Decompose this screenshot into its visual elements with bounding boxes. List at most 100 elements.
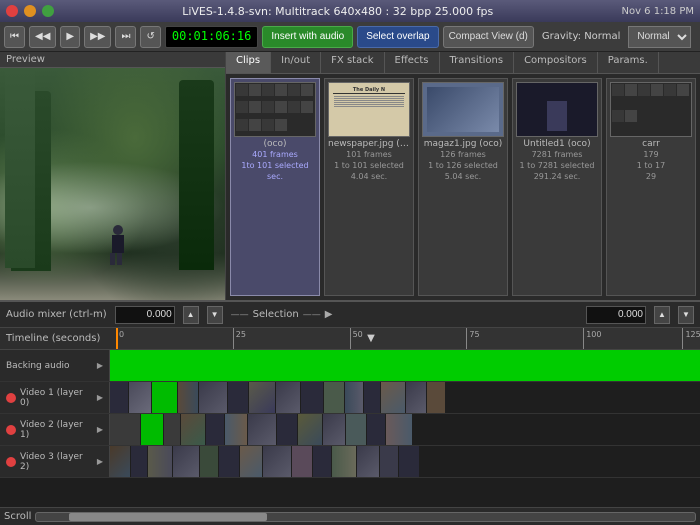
clip-item-1[interactable]: The Daily N newspaper.jpg (oc bbox=[324, 78, 414, 296]
v1-clip-5[interactable] bbox=[228, 382, 248, 413]
close-btn[interactable] bbox=[6, 5, 18, 17]
audio-value-right[interactable] bbox=[586, 306, 646, 324]
compact-view-btn[interactable]: Compact View (d) bbox=[443, 26, 534, 48]
v3-clip-6[interactable] bbox=[240, 446, 262, 477]
tab-clips[interactable]: Clips bbox=[226, 52, 271, 73]
film-cell bbox=[236, 119, 248, 131]
v2-clip-3[interactable] bbox=[225, 414, 247, 445]
ruler[interactable]: 0 25 50 75 100 125 ▼ bbox=[116, 328, 700, 349]
audio-value-left[interactable] bbox=[115, 306, 175, 324]
v2-clip-4[interactable] bbox=[248, 414, 276, 445]
track-backing-arrow[interactable]: ▶ bbox=[97, 361, 103, 370]
select-overlap-btn[interactable]: Select overlap bbox=[357, 26, 438, 48]
v3-clip-3[interactable] bbox=[173, 446, 199, 477]
v3-clip-2[interactable] bbox=[148, 446, 172, 477]
v1-clip-11[interactable] bbox=[364, 382, 380, 413]
forward-btn[interactable]: ▶▶ bbox=[84, 26, 111, 48]
tree-right bbox=[179, 80, 214, 270]
film-cell bbox=[262, 119, 274, 131]
top-content: Preview bbox=[0, 52, 700, 300]
v3-clip-0[interactable] bbox=[110, 446, 130, 477]
playhead[interactable] bbox=[116, 328, 118, 349]
play-btn[interactable]: ▶ bbox=[60, 26, 80, 48]
v2-clip-0[interactable] bbox=[141, 414, 163, 445]
video1-clips bbox=[110, 382, 700, 413]
v1-clip-12[interactable] bbox=[381, 382, 405, 413]
end-btn[interactable]: ⏭ bbox=[115, 26, 136, 48]
tab-fxstack[interactable]: FX stack bbox=[321, 52, 384, 73]
tab-effects[interactable]: Effects bbox=[385, 52, 440, 73]
audio-spin-down-right[interactable]: ▼ bbox=[678, 306, 694, 324]
clip-item-0[interactable]: (oco) 401 frames1to 101 selectedsec. bbox=[230, 78, 320, 296]
clip-thumbnail-2 bbox=[422, 82, 504, 137]
film-cell bbox=[625, 84, 637, 96]
film-cell bbox=[664, 84, 676, 96]
rewind-btn[interactable]: ⏮ bbox=[4, 26, 25, 48]
v2-clip-8[interactable] bbox=[346, 414, 366, 445]
v3-clip-5[interactable] bbox=[219, 446, 239, 477]
loop-btn[interactable]: ↺ bbox=[140, 26, 160, 48]
v2-clip-6[interactable] bbox=[298, 414, 322, 445]
v1-clip-2[interactable] bbox=[152, 382, 177, 413]
v2-clip-10[interactable] bbox=[386, 414, 412, 445]
track-video2-arrow[interactable]: ▶ bbox=[97, 425, 103, 434]
filmstrip-0 bbox=[235, 83, 315, 136]
tab-params[interactable]: Params. bbox=[598, 52, 659, 73]
insert-audio-btn[interactable]: Insert with audio bbox=[262, 26, 353, 48]
track-backing-content bbox=[110, 350, 700, 381]
clip-item-3[interactable]: Untitled1 (oco) 7281 frames1 to 7281 sel… bbox=[512, 78, 602, 296]
v1-clip-6[interactable] bbox=[249, 382, 275, 413]
v1-clip-14[interactable] bbox=[427, 382, 445, 413]
track-video1-dot bbox=[6, 393, 16, 403]
track-video3-arrow[interactable]: ▶ bbox=[97, 457, 103, 466]
audio-spin-up-right[interactable]: ▲ bbox=[654, 306, 670, 324]
v1-clip-0[interactable] bbox=[110, 382, 128, 413]
v3-clip-12[interactable] bbox=[380, 446, 398, 477]
v3-clip-10[interactable] bbox=[332, 446, 356, 477]
film-cell bbox=[249, 119, 261, 131]
audio-spin-down[interactable]: ▼ bbox=[207, 306, 223, 324]
scroll-thumb[interactable] bbox=[69, 513, 267, 521]
clip-item-4[interactable]: carr 1791 to 1729 bbox=[606, 78, 696, 296]
timecode[interactable]: 00:01:06:16 bbox=[165, 26, 258, 48]
v2-clip-2[interactable] bbox=[206, 414, 224, 445]
back-btn[interactable]: ◀◀ bbox=[29, 26, 56, 48]
v3-clip-11[interactable] bbox=[357, 446, 379, 477]
backing-audio-bar bbox=[110, 350, 700, 381]
track-video3-label: Video 3 (layer 2) bbox=[20, 452, 93, 472]
newspaper-thumb: The Daily N bbox=[329, 83, 409, 136]
v2-clip-7[interactable] bbox=[323, 414, 345, 445]
v3-clip-1[interactable] bbox=[131, 446, 147, 477]
tab-transitions[interactable]: Transitions bbox=[440, 52, 515, 73]
v3-clip-9[interactable] bbox=[313, 446, 331, 477]
minimize-btn[interactable] bbox=[24, 5, 36, 17]
clip-item-2[interactable]: magaz1.jpg (oco) 126 frames1 to 126 sele… bbox=[418, 78, 508, 296]
v1-clip-13[interactable] bbox=[406, 382, 426, 413]
tab-inout[interactable]: In/out bbox=[271, 52, 321, 73]
v1-clip-10[interactable] bbox=[345, 382, 363, 413]
tab-compositors[interactable]: Compositors bbox=[514, 52, 598, 73]
maximize-btn[interactable] bbox=[42, 5, 54, 17]
film-cell bbox=[288, 84, 300, 96]
v3-clip-7[interactable] bbox=[263, 446, 291, 477]
v3-clip-4[interactable] bbox=[200, 446, 218, 477]
audio-spin-up[interactable]: ▲ bbox=[183, 306, 199, 324]
v3-clip-8[interactable] bbox=[292, 446, 312, 477]
tabs-bar: Clips In/out FX stack Effects Transition… bbox=[226, 52, 700, 74]
v2-clip-9[interactable] bbox=[367, 414, 385, 445]
scroll-track[interactable] bbox=[35, 512, 696, 522]
v1-clip-9[interactable] bbox=[324, 382, 344, 413]
np-line bbox=[334, 102, 404, 103]
v3-clip-13[interactable] bbox=[399, 446, 419, 477]
v1-clip-8[interactable] bbox=[301, 382, 323, 413]
audio-mixer-label: Audio mixer (ctrl-m) bbox=[6, 309, 107, 320]
track-video1-arrow[interactable]: ▶ bbox=[97, 393, 103, 402]
v2-clip-5[interactable] bbox=[277, 414, 297, 445]
v1-clip-3[interactable] bbox=[178, 382, 198, 413]
v2-clip-1[interactable] bbox=[181, 414, 205, 445]
v1-clip-4[interactable] bbox=[199, 382, 227, 413]
gravity-select[interactable]: Normal To start To end bbox=[628, 26, 691, 48]
clip-name-0: (oco) bbox=[234, 139, 316, 149]
v1-clip-1[interactable] bbox=[129, 382, 151, 413]
v1-clip-7[interactable] bbox=[276, 382, 300, 413]
